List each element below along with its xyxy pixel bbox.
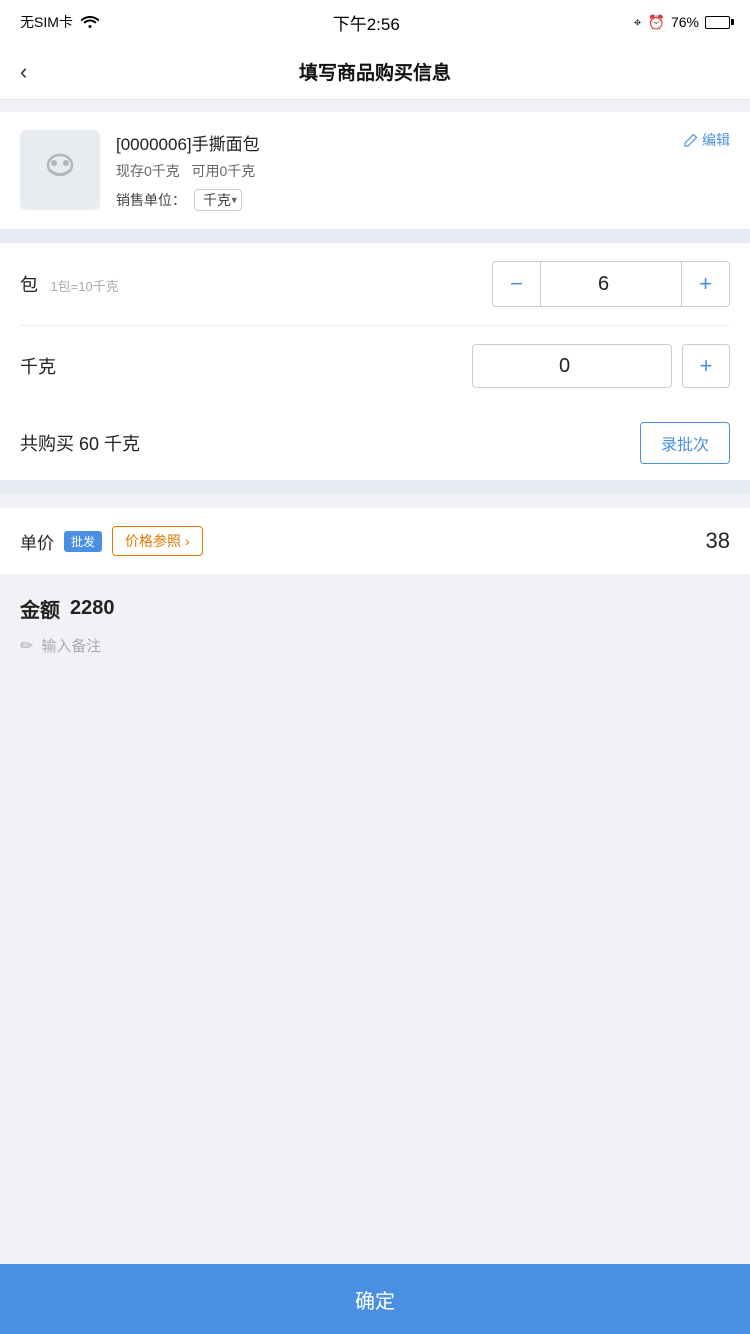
amount-row: 金额 2280 [20, 594, 730, 623]
price-section: 单价 批发 价格参照 › 38 [0, 508, 750, 574]
battery-percent: 76% [671, 14, 699, 30]
page-title: 填写商品购买信息 [299, 58, 451, 85]
alarm-icon: ⏰ [648, 14, 665, 31]
amount-section: 金额 2280 ✏ 输入备注 [0, 574, 750, 670]
kg-increase-button[interactable]: + [682, 344, 730, 388]
bag-qty-control: − + [492, 261, 730, 307]
product-thumbnail [20, 130, 100, 210]
battery-icon [705, 16, 730, 29]
price-label: 单价 [20, 529, 54, 554]
unit-select[interactable]: 千克 包 [194, 189, 242, 211]
wifi-icon [81, 14, 99, 31]
nav-bar: ‹ 填写商品购买信息 [0, 44, 750, 100]
edit-button[interactable]: 编辑 [684, 130, 730, 150]
bag-increase-button[interactable]: + [681, 262, 729, 306]
product-info: [0000006]手撕面包 编辑 现存0千克 可用0千克 销售单位： 千克 包 [116, 130, 730, 211]
product-logo-icon [38, 148, 82, 192]
status-right: ⌖ ⏰ 76% [634, 14, 730, 31]
total-text: 共购买 60 千克 [20, 430, 140, 456]
unit-select-wrap[interactable]: 千克 包 [194, 189, 242, 211]
amount-label: 金额 [20, 594, 60, 623]
note-row[interactable]: ✏ 输入备注 [20, 635, 730, 656]
bag-qty-input[interactable] [541, 262, 681, 306]
product-name: [0000006]手撕面包 [116, 130, 260, 155]
section-separator-2 [0, 480, 750, 494]
price-value: 38 [706, 528, 730, 554]
price-ref-button[interactable]: 价格参照 › [112, 526, 203, 556]
carrier-label: 无SIM卡 [20, 12, 73, 32]
product-stock: 现存0千克 可用0千克 [116, 161, 730, 181]
price-badge: 批发 [64, 531, 102, 552]
kg-qty-row: 千克 + [20, 326, 730, 406]
bag-decrease-button[interactable]: − [493, 262, 541, 306]
note-placeholder: 输入备注 [41, 635, 101, 656]
section-separator-1 [0, 229, 750, 243]
bag-hint: 1包=10千克 [50, 279, 118, 294]
content-area [0, 670, 750, 990]
kg-label: 千克 [20, 353, 56, 379]
edit-icon [684, 133, 698, 147]
batch-button[interactable]: 录批次 [640, 422, 730, 464]
bag-label-group: 包 1包=10千克 [20, 271, 119, 297]
unit-label: 销售单位： [116, 190, 186, 210]
quantity-section: 包 1包=10千克 − + 千克 + [0, 243, 750, 406]
status-bar: 无SIM卡 下午2:56 ⌖ ⏰ 76% [0, 0, 750, 44]
amount-value: 2280 [70, 597, 115, 620]
product-card: [0000006]手撕面包 编辑 现存0千克 可用0千克 销售单位： 千克 包 [0, 112, 750, 229]
total-section: 共购买 60 千克 录批次 [0, 406, 750, 480]
price-ref-label: 价格参照 [125, 531, 181, 551]
price-ref-arrow: › [185, 533, 190, 549]
kg-qty-input[interactable] [472, 344, 672, 388]
product-unit-row: 销售单位： 千克 包 [116, 189, 730, 211]
location-icon: ⌖ [634, 14, 642, 31]
edit-label: 编辑 [702, 130, 730, 150]
kg-control-group: + [472, 344, 730, 388]
note-icon: ✏ [20, 636, 33, 656]
bag-label: 包 [20, 275, 38, 295]
confirm-button[interactable]: 确定 [355, 1285, 395, 1314]
status-time: 下午2:56 [333, 10, 400, 35]
status-left: 无SIM卡 [20, 12, 99, 32]
back-button[interactable]: ‹ [20, 59, 27, 85]
bottom-bar[interactable]: 确定 [0, 1264, 750, 1334]
bag-qty-row: 包 1包=10千克 − + [20, 243, 730, 326]
